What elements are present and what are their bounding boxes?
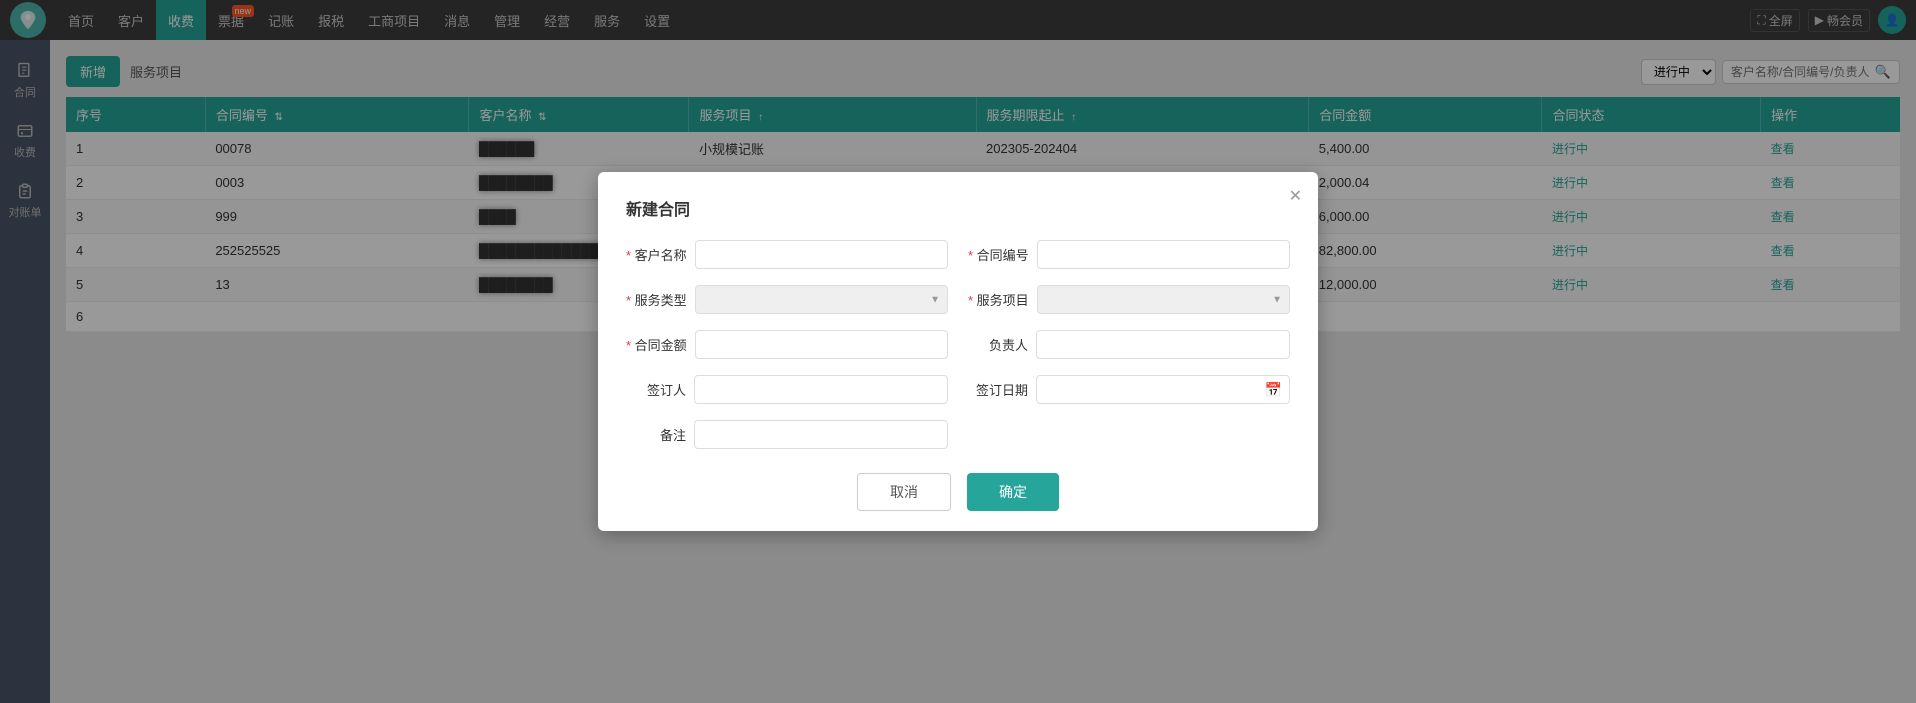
customer-name-input[interactable] (695, 240, 948, 269)
sign-date-field: 签订日期 2023-06-06 📅 (968, 375, 1290, 404)
remark-field: 备注 (626, 420, 948, 449)
modal-close-button[interactable]: ✕ (1289, 186, 1302, 206)
service-item-label: 服务项目 (968, 290, 1029, 309)
contract-no-field: 合同编号 (968, 240, 1290, 269)
service-item-select[interactable] (1037, 285, 1290, 314)
signer-input[interactable] (694, 375, 948, 404)
modal-title: 新建合同 (626, 196, 1290, 220)
form-row-3: 合同金额 0.00 负责人 (626, 330, 1290, 359)
new-contract-modal: 新建合同 ✕ 客户名称 合同编号 服务类型 (598, 172, 1318, 531)
remark-input[interactable] (694, 420, 948, 449)
responsible-label: 负责人 (968, 335, 1028, 354)
contract-no-label: 合同编号 (968, 245, 1029, 264)
modal-footer: 取消 确定 (626, 473, 1290, 511)
sign-date-input[interactable]: 2023-06-06 (1036, 375, 1290, 404)
service-type-field: 服务类型 (626, 285, 948, 314)
cancel-button[interactable]: 取消 (857, 473, 951, 511)
service-type-label: 服务类型 (626, 290, 687, 309)
contract-amount-label: 合同金额 (626, 335, 687, 354)
signer-label: 签订人 (626, 380, 686, 399)
contract-no-input[interactable] (1037, 240, 1290, 269)
responsible-input[interactable] (1036, 330, 1290, 359)
customer-name-label: 客户名称 (626, 245, 687, 264)
form-row-2: 服务类型 服务项目 (626, 285, 1290, 314)
form-row-4: 签订人 签订日期 2023-06-06 📅 (626, 375, 1290, 404)
service-type-select[interactable] (695, 285, 948, 314)
customer-name-field: 客户名称 (626, 240, 948, 269)
signer-field: 签订人 (626, 375, 948, 404)
modal-overlay[interactable]: 新建合同 ✕ 客户名称 合同编号 服务类型 (0, 0, 1916, 703)
sign-date-label: 签订日期 (968, 380, 1028, 399)
responsible-field: 负责人 (968, 330, 1290, 359)
contract-amount-field: 合同金额 0.00 (626, 330, 948, 359)
form-row-5: 备注 (626, 420, 1290, 449)
form-row-1: 客户名称 合同编号 (626, 240, 1290, 269)
contract-amount-input[interactable]: 0.00 (695, 330, 948, 359)
remark-label: 备注 (626, 425, 686, 444)
confirm-button[interactable]: 确定 (967, 473, 1059, 511)
service-item-field: 服务项目 (968, 285, 1290, 314)
